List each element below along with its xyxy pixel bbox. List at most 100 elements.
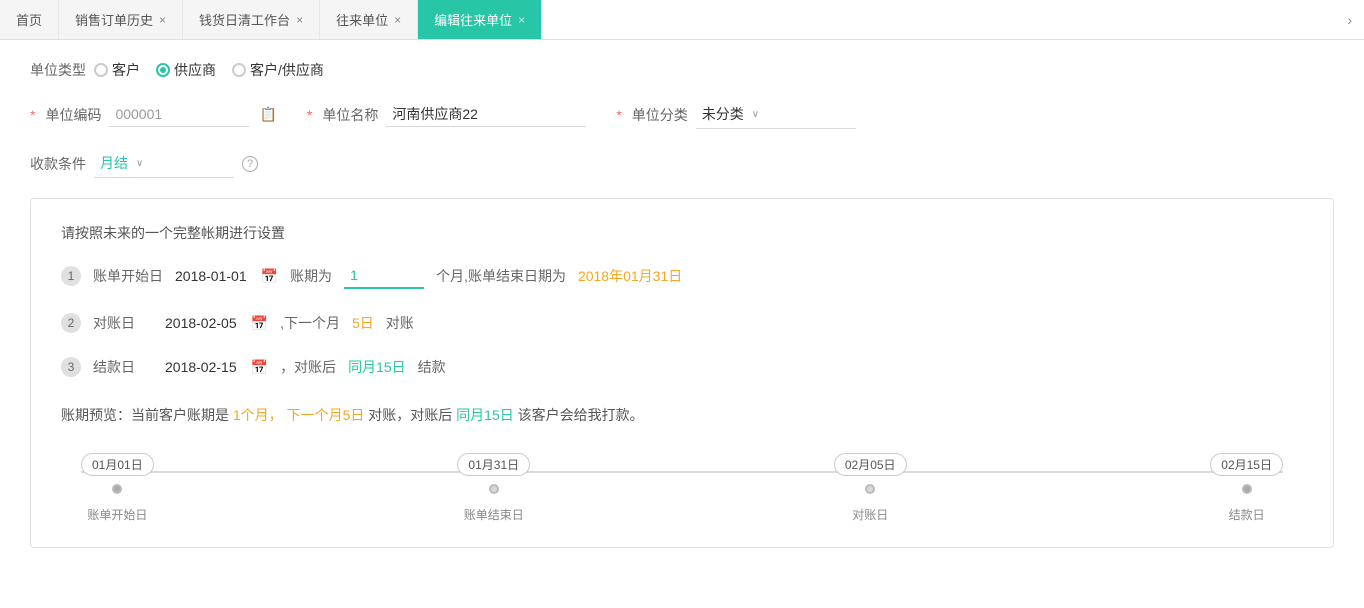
tab-bar: 首页 销售订单历史 × 钱货日清工作台 × 往来单位 × 编辑往来单位 × ›: [0, 0, 1364, 40]
payment-terms-label: 收款条件: [30, 154, 86, 174]
timeline-dot-1: [489, 484, 499, 494]
reconcile-suffix-pre: ,下一个月: [280, 313, 340, 333]
unit-code-input[interactable]: [109, 102, 249, 127]
payment-terms-value: 月结: [100, 153, 128, 173]
tab-cash-work-close[interactable]: ×: [296, 13, 303, 27]
tab-edit-partner-unit-label: 编辑往来单位: [434, 10, 512, 29]
timeline-badge-2: 02月05日: [834, 453, 907, 476]
radio-supplier[interactable]: 供应商: [156, 60, 216, 80]
radio-customer-label: 客户: [112, 60, 140, 80]
preview-end: 该客户会给我打款。: [518, 407, 644, 423]
period-row-1: 1 账单开始日 2018-01-01 📅 账期为 个月,账单结束日期为 2018…: [61, 263, 1303, 289]
period-row-3: 3 结款日 2018-02-15 📅 ，对账后 同月15日 结款: [61, 357, 1303, 377]
preview-label: 账期预览：当前客户账期是: [61, 407, 229, 423]
radio-both-circle: [232, 63, 246, 77]
tab-sales-order-history[interactable]: 销售订单历史 ×: [59, 0, 183, 39]
tab-more-button[interactable]: ›: [1335, 0, 1364, 39]
timeline-badge-1: 01月31日: [457, 453, 530, 476]
radio-customer[interactable]: 客户: [94, 60, 140, 80]
payment-suffix-pre: ，对账后: [280, 357, 336, 377]
tab-partner-unit-close[interactable]: ×: [394, 13, 401, 27]
tab-sales-order-history-close[interactable]: ×: [159, 13, 166, 27]
unit-type-label: 单位类型: [30, 60, 86, 80]
period-end-date: 2018年01月31日: [578, 266, 682, 286]
row-num-3: 3: [61, 357, 81, 377]
timeline-point-3: 02月15日 结款日: [1210, 453, 1283, 523]
payment-date-value: 2018-02-15: [165, 359, 237, 375]
payment-suffix-post: 结款: [418, 357, 446, 377]
unit-name-group: * 单位名称: [307, 102, 586, 127]
period-label-1: 账单开始日: [93, 266, 163, 286]
unit-classify-select[interactable]: 未分类 ∨: [696, 100, 856, 129]
tab-cash-work[interactable]: 钱货日清工作台 ×: [183, 0, 320, 39]
unit-name-label: 单位名称: [322, 105, 378, 125]
start-date-value: 2018-01-01: [175, 268, 247, 284]
tab-sales-order-history-label: 销售订单历史: [75, 10, 153, 29]
help-icon[interactable]: ?: [242, 156, 258, 172]
tab-partner-unit[interactable]: 往来单位 ×: [320, 0, 418, 39]
payment-terms-select[interactable]: 月结 ∨: [94, 149, 234, 178]
classify-dropdown-icon: ∨: [752, 109, 759, 120]
row-num-1: 1: [61, 266, 81, 286]
unit-code-label: 单位编码: [45, 105, 101, 125]
timeline-badge-3: 02月15日: [1210, 453, 1283, 476]
payment-terms-dropdown-icon: ∨: [136, 158, 143, 169]
reconcile-suffix-post: 对账: [386, 313, 414, 333]
radio-group-unit-type: 客户 供应商 客户/供应商: [94, 60, 324, 80]
timeline-badge-0: 01月01日: [81, 453, 154, 476]
tab-home-label: 首页: [16, 10, 42, 29]
radio-both-label: 客户/供应商: [250, 60, 324, 80]
unit-classify-group: * 单位分类 未分类 ∨: [616, 100, 855, 129]
preview-period-suffix: 下一个月5日: [287, 407, 365, 423]
timeline-label-0: 账单开始日: [87, 506, 147, 523]
timeline-dot-0: [112, 484, 122, 494]
unit-name-required-star: *: [307, 107, 312, 123]
tab-home[interactable]: 首页: [0, 0, 59, 39]
payment-terms-group: 收款条件 月结 ∨ ?: [30, 149, 258, 178]
section-title: 请按照未来的一个完整帐期进行设置: [61, 223, 1303, 243]
radio-supplier-circle: [156, 63, 170, 77]
unit-type-group: 单位类型 客户 供应商 客户/供应商: [30, 60, 324, 80]
period-section: 请按照未来的一个完整帐期进行设置 1 账单开始日 2018-01-01 📅 账期…: [30, 198, 1334, 548]
unit-classify-required-star: *: [616, 107, 621, 123]
period-label-3: 结款日: [93, 357, 153, 377]
unit-type-row: 单位类型 客户 供应商 客户/供应商: [30, 60, 1334, 80]
unit-code-required-star: *: [30, 107, 35, 123]
timeline-dot-3: [1242, 484, 1252, 494]
period-suffix-pre: 账期为: [290, 266, 332, 286]
reconcile-date-cal-icon[interactable]: 📅: [251, 315, 268, 332]
period-value-input[interactable]: [344, 263, 424, 289]
preview-reconcile: 对账，对账后: [368, 407, 452, 423]
radio-customer-circle: [94, 63, 108, 77]
timeline-label-2: 对账日: [852, 506, 888, 523]
timeline-points: 01月01日 账单开始日 01月31日 账单结束日 02月05日 对账日 02月…: [81, 453, 1283, 523]
tab-edit-partner-unit-close[interactable]: ×: [518, 13, 525, 27]
unit-code-group: * 单位编码 📋: [30, 102, 277, 127]
unit-name-input[interactable]: [386, 102, 586, 127]
timeline-point-1: 01月31日 账单结束日: [457, 453, 530, 523]
start-date-cal-icon[interactable]: 📅: [261, 268, 278, 285]
unit-code-copy-icon[interactable]: 📋: [259, 106, 276, 123]
tab-cash-work-label: 钱货日清工作台: [199, 10, 290, 29]
reconcile-date-value: 2018-02-05: [165, 315, 237, 331]
timeline: 01月01日 账单开始日 01月31日 账单结束日 02月05日 对账日 02月…: [61, 453, 1303, 523]
period-row-2: 2 对账日 2018-02-05 📅 ,下一个月5日 对账: [61, 313, 1303, 333]
radio-supplier-label: 供应商: [174, 60, 216, 80]
unit-classify-value: 未分类: [702, 104, 744, 124]
unit-info-row: * 单位编码 📋 * 单位名称 * 单位分类 未分类 ∨: [30, 100, 1334, 129]
timeline-dot-2: [865, 484, 875, 494]
main-content: 单位类型 客户 供应商 客户/供应商 * 单位编码: [0, 40, 1364, 608]
period-label-2: 对账日: [93, 313, 153, 333]
timeline-label-3: 结款日: [1229, 506, 1265, 523]
tab-edit-partner-unit[interactable]: 编辑往来单位 ×: [418, 0, 542, 39]
timeline-point-2: 02月05日 对账日: [834, 453, 907, 523]
payment-day-highlight: 同月15日: [348, 357, 406, 377]
tab-partner-unit-label: 往来单位: [336, 10, 388, 29]
chevron-right-icon: ›: [1347, 12, 1352, 28]
radio-both[interactable]: 客户/供应商: [232, 60, 324, 80]
preview-payment: 同月15日: [456, 407, 514, 423]
preview-period: 1个月，: [233, 407, 283, 423]
reconcile-day-highlight: 5日: [352, 313, 374, 333]
unit-classify-label: 单位分类: [632, 105, 688, 125]
payment-date-cal-icon[interactable]: 📅: [251, 359, 268, 376]
